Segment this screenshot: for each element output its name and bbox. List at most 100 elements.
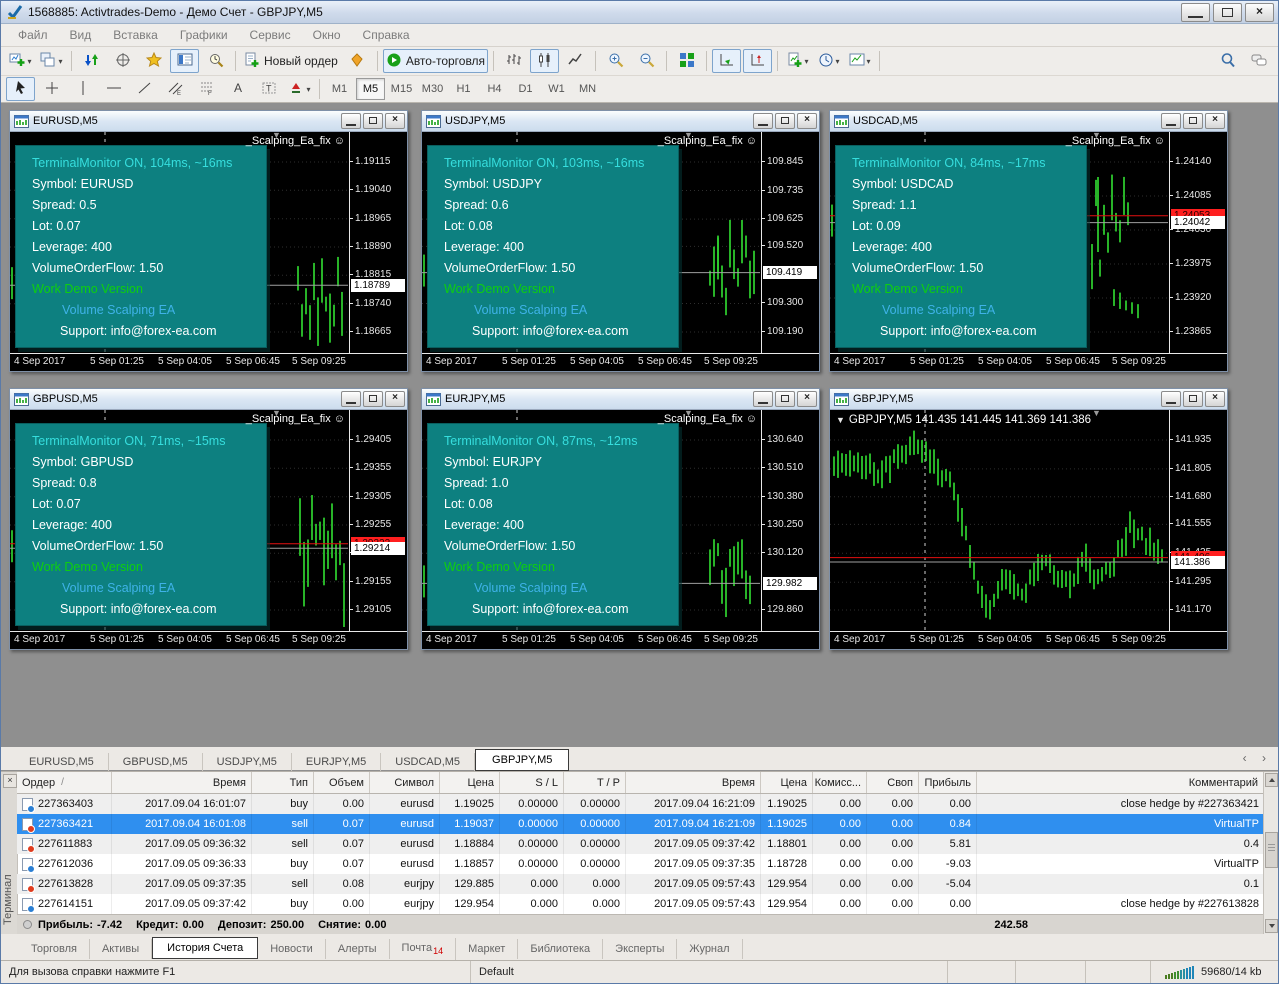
chart-window-titlebar[interactable]: EURJPY,M5 × [422, 389, 819, 410]
table-row[interactable]: 227614151 2017.09.05 09:37:42 buy 0.00 eurjp… [17, 894, 1264, 914]
chart-plot-area[interactable]: 1.19115 1.19040 1.18965 1.18890 1.18815 1.187… [10, 132, 407, 370]
chart-restore-button[interactable] [363, 391, 383, 407]
column-header-price[interactable]: Цена [440, 772, 500, 793]
scrollbar-thumb[interactable] [1265, 832, 1278, 868]
chat-button[interactable] [1244, 49, 1273, 73]
cursor-button[interactable] [6, 77, 35, 101]
chart-close-button[interactable]: × [797, 113, 817, 129]
price-axis[interactable]: 141.935141.805141.680141.555141.425141.2… [1168, 410, 1227, 631]
chart-tab-usdjpy[interactable]: USDJPY,M5 [203, 753, 292, 771]
chart-minimize-button[interactable] [753, 113, 773, 129]
timeframe-mn-button[interactable]: MN [573, 78, 602, 100]
chart-tab-gbpjpy[interactable]: GBPJPY,M5 [475, 749, 570, 771]
chart-restore-button[interactable] [775, 391, 795, 407]
price-axis[interactable]: 1.24140 1.24085 1.24030 1.23975 1.23920 1.238… [1168, 132, 1227, 353]
new-chart-button[interactable]: ▾ [6, 49, 35, 73]
terminal-tab-4[interactable]: Алерты [326, 939, 390, 959]
column-header-type[interactable]: Тип [252, 772, 314, 793]
timeframe-m15-button[interactable]: M15 [387, 78, 416, 100]
chart-restore-button[interactable] [1183, 113, 1203, 129]
chart-window-titlebar[interactable]: USDCAD,M5 × [830, 111, 1227, 132]
chart-close-button[interactable]: × [1205, 113, 1225, 129]
crosshair-button[interactable] [37, 77, 66, 101]
timeframe-m1-button[interactable]: M1 [325, 78, 354, 100]
zoom-out-button[interactable] [632, 49, 661, 73]
search-button[interactable] [1213, 49, 1242, 73]
column-header-tp[interactable]: T / P [564, 772, 626, 793]
table-row[interactable]: 227611883 2017.09.05 09:36:32 sell 0.07 euru… [17, 834, 1264, 854]
menu-item-0[interactable]: Файл [7, 26, 59, 44]
auto-scroll-button[interactable] [712, 49, 742, 73]
chart-minimize-button[interactable] [341, 113, 361, 129]
terminal-tab-0[interactable]: Торговля [19, 939, 90, 959]
arrow-shapes-button[interactable]: ▾ [285, 77, 314, 101]
fibonacci-button[interactable]: F [192, 77, 221, 101]
chart-close-button[interactable]: × [797, 391, 817, 407]
candlestick-chart-button[interactable] [530, 49, 560, 73]
app-minimize-button[interactable] [1181, 2, 1210, 22]
column-header-close_price[interactable]: Цена [761, 772, 813, 793]
chart-plot-area[interactable]: 109.845 109.735 109.625 109.520 109.300 109.1… [422, 132, 819, 370]
terminal-tab-9[interactable]: Журнал [677, 939, 743, 959]
timeframe-w1-button[interactable]: W1 [542, 78, 571, 100]
chart-window-titlebar[interactable]: GBPUSD,M5 × [10, 389, 407, 410]
metaeditor-button[interactable] [343, 49, 372, 73]
time-axis[interactable]: 4 Sep 2017 5 Sep 01:25 5 Sep 04:05 5 Sep 06… [422, 353, 819, 370]
column-header-close_time[interactable]: Время [626, 772, 761, 793]
time-axis[interactable]: 4 Sep 2017 5 Sep 01:25 5 Sep 04:05 5 Sep 06… [422, 631, 819, 648]
column-header-volume[interactable]: Объем [314, 772, 370, 793]
menu-item-1[interactable]: Вид [59, 26, 103, 44]
chart-window-titlebar[interactable]: GBPJPY,M5 × [830, 389, 1227, 410]
price-axis[interactable]: 1.19115 1.19040 1.18965 1.18890 1.18815 1.187… [348, 132, 407, 353]
text-button[interactable]: A [223, 77, 252, 101]
table-scrollbar[interactable] [1263, 772, 1278, 934]
timeframe-m30-button[interactable]: M30 [418, 78, 447, 100]
chart-close-button[interactable]: × [385, 391, 405, 407]
menu-item-5[interactable]: Окно [302, 26, 352, 44]
vertical-line-button[interactable] [68, 77, 97, 101]
chart-close-button[interactable]: × [1205, 391, 1225, 407]
column-header-order[interactable]: Ордер / [17, 772, 112, 793]
chart-plot-area[interactable]: 130.640 130.510 130.380 130.250 130.120 129.8… [422, 410, 819, 648]
terminal-tab-6[interactable]: Маркет [456, 939, 519, 959]
chart-minimize-button[interactable] [753, 391, 773, 407]
price-axis[interactable]: 130.640 130.510 130.380 130.250 130.120 129.8… [760, 410, 819, 631]
menu-item-4[interactable]: Сервис [239, 26, 302, 44]
column-header-commission[interactable]: Комисс... [813, 772, 867, 793]
new-order-button[interactable]: Новый ордер [241, 49, 341, 73]
bar-chart-button[interactable] [499, 49, 528, 73]
chart-tab-usdcad[interactable]: USDCAD,M5 [381, 753, 476, 771]
time-axis[interactable]: 4 Sep 2017 5 Sep 01:25 5 Sep 04:05 5 Sep 06… [830, 353, 1227, 370]
text-label-button[interactable]: T [254, 77, 283, 101]
chart-tab-eurusd[interactable]: EURUSD,M5 [15, 753, 109, 771]
chart-restore-button[interactable] [363, 113, 383, 129]
chart-minimize-button[interactable] [1161, 113, 1181, 129]
chart-restore-button[interactable] [775, 113, 795, 129]
terminal-close-button[interactable]: × [3, 774, 17, 788]
column-header-comment[interactable]: Комментарий [977, 772, 1264, 793]
column-header-symbol[interactable]: Символ [370, 772, 440, 793]
menu-item-2[interactable]: Вставка [102, 26, 169, 44]
zoom-in-button[interactable] [601, 49, 630, 73]
indicators-button[interactable]: ▾ [783, 49, 812, 73]
chart-minimize-button[interactable] [1161, 391, 1181, 407]
tab-scroll-icons[interactable]: ‹ › [1243, 751, 1272, 765]
column-header-sl[interactable]: S / L [500, 772, 564, 793]
time-axis[interactable]: 4 Sep 2017 5 Sep 01:25 5 Sep 04:05 5 Sep 06… [830, 631, 1227, 648]
strategy-tester-button[interactable] [201, 49, 230, 73]
menu-item-6[interactable]: Справка [352, 26, 421, 44]
market-watch-button[interactable] [77, 49, 106, 73]
chart-plot-area[interactable]: 141.935141.805141.680141.555141.425141.2… [830, 410, 1227, 648]
table-row[interactable]: 227612036 2017.09.05 09:36:33 buy 0.07 eurus… [17, 854, 1264, 874]
price-axis[interactable]: 1.294051.293551.293051.292551.292051.291… [348, 410, 407, 631]
terminal-tab-3[interactable]: Новости [258, 939, 326, 959]
terminal-button[interactable] [170, 49, 199, 73]
chart-tab-gbpusd[interactable]: GBPUSD,M5 [109, 753, 203, 771]
scroll-down-icon[interactable] [1265, 919, 1278, 933]
app-titlebar[interactable]: 1568885: Activtrades-Demo - Демо Счет - … [1, 1, 1278, 24]
table-row[interactable]: 227363403 2017.09.04 16:01:07 buy 0.00 eurus… [17, 794, 1264, 814]
table-row[interactable]: 227613828 2017.09.05 09:37:35 sell 0.08 eurj… [17, 874, 1264, 894]
column-header-swap[interactable]: Своп [867, 772, 919, 793]
data-window-button[interactable] [108, 49, 137, 73]
terminal-tab-2[interactable]: История Счета [152, 937, 259, 959]
